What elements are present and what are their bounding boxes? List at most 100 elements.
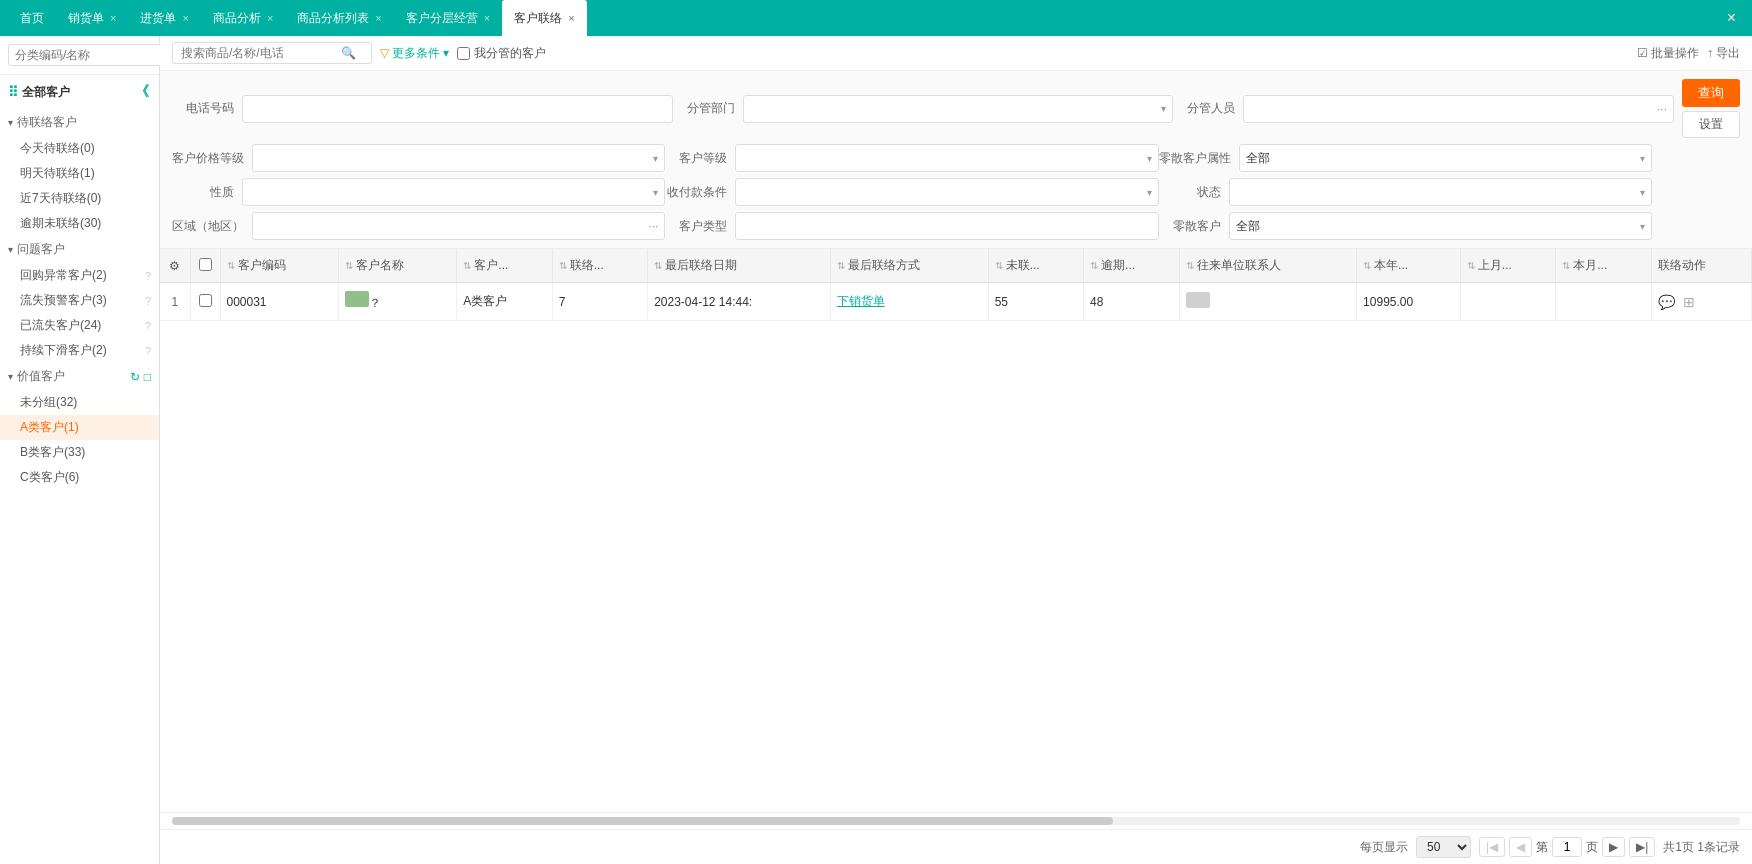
close-icon[interactable]: × bbox=[484, 12, 490, 24]
filter-cell-phone: 电话号码 bbox=[172, 95, 673, 123]
close-icon[interactable]: × bbox=[267, 12, 273, 24]
filter-nature[interactable]: ▾ bbox=[242, 178, 665, 206]
filter-customer-type[interactable] bbox=[735, 212, 1158, 240]
help-icon: ? bbox=[145, 345, 151, 357]
page-nav: |◀ ◀ 第 页 ▶ ▶| bbox=[1479, 837, 1655, 857]
next-page-button[interactable]: ▶ bbox=[1602, 837, 1625, 857]
sidebar-item-unclassified[interactable]: 未分组(32) bbox=[0, 390, 159, 415]
sidebar: 🔍 ⠿ 全部客户 《 ▾ 待联络客户 今天待联络(0) 明天待联络(1) 近7天… bbox=[0, 36, 160, 864]
last-contact-method: 下销货单 bbox=[830, 283, 988, 321]
filter-cell-region: 区域（地区） ··· bbox=[172, 212, 665, 240]
sidebar-item-today[interactable]: 今天待联络(0) bbox=[0, 136, 159, 161]
nav-tab-product-list[interactable]: 商品分析列表 × bbox=[285, 0, 393, 36]
filter-cell-retail-attr: 零散客户属性 全部 ▾ bbox=[1159, 144, 1652, 172]
current-year-amount: 10995.00 bbox=[1357, 283, 1461, 321]
table-header-name: ⇅客户名称 bbox=[338, 249, 456, 283]
nav-tab-product-analysis[interactable]: 商品分析 × bbox=[201, 0, 285, 36]
settings-button[interactable]: 设置 bbox=[1682, 111, 1740, 138]
my-customers-checkbox[interactable]: 我分管的客户 bbox=[457, 45, 546, 62]
sidebar-item-declining[interactable]: 持续下滑客户(2) ? bbox=[0, 338, 159, 363]
sidebar-group-value[interactable]: ▾ 价值客户 ↻ □ bbox=[0, 363, 159, 390]
row-checkbox[interactable] bbox=[190, 283, 220, 321]
filter-retail-attr[interactable]: 全部 ▾ bbox=[1239, 144, 1652, 172]
select-all-checkbox[interactable] bbox=[199, 258, 212, 271]
sidebar-item-repurchase-abnormal[interactable]: 回购异常客户(2) ? bbox=[0, 263, 159, 288]
sidebar-item-tomorrow[interactable]: 明天待联络(1) bbox=[0, 161, 159, 186]
filter-region[interactable]: ··· bbox=[252, 212, 665, 240]
table-header-checkbox[interactable] bbox=[190, 249, 220, 283]
sidebar-group-problem[interactable]: ▾ 问题客户 bbox=[0, 236, 159, 263]
prev-page-button[interactable]: ◀ bbox=[1509, 837, 1532, 857]
last-page-button[interactable]: ▶| bbox=[1629, 837, 1655, 857]
sidebar-group-pending[interactable]: ▾ 待联络客户 bbox=[0, 109, 159, 136]
close-icon[interactable]: × bbox=[110, 12, 116, 24]
settings-icon[interactable]: □ bbox=[144, 370, 151, 384]
checkbox-icon: ☑ bbox=[1637, 46, 1648, 60]
filter-price-level[interactable]: ▾ bbox=[252, 144, 665, 172]
first-page-button[interactable]: |◀ bbox=[1479, 837, 1505, 857]
my-customers-check[interactable] bbox=[457, 47, 470, 60]
batch-ops-button[interactable]: ☑ 批量操作 bbox=[1637, 45, 1699, 62]
filter-cell-retail: 零散客户 全部 ▾ bbox=[1159, 212, 1652, 240]
nav-tab-sales[interactable]: 销货单 × bbox=[56, 0, 128, 36]
filter-customer-level[interactable]: ▾ bbox=[735, 144, 1158, 172]
nav-tab-purchase[interactable]: 进货单 × bbox=[128, 0, 200, 36]
sidebar-item-class-a[interactable]: A类客户(1) bbox=[0, 415, 159, 440]
filter-cell-payment: 收付款条件 ▾ bbox=[665, 178, 1158, 206]
close-icon[interactable]: × bbox=[375, 12, 381, 24]
settings-icon[interactable]: ⚙ bbox=[169, 259, 180, 273]
sidebar-item-class-b[interactable]: B类客户(33) bbox=[0, 440, 159, 465]
query-button[interactable]: 查询 bbox=[1682, 79, 1740, 107]
data-table: ⚙ ⇅客户编码 ⇅客户名称 ⇅客户... bbox=[160, 249, 1752, 812]
filter-person-select[interactable]: ··· bbox=[1243, 95, 1674, 123]
contact-count: 7 bbox=[552, 283, 647, 321]
page-size-select[interactable]: 20 50 100 bbox=[1416, 836, 1471, 858]
scrollbar-thumb[interactable] bbox=[172, 817, 1113, 825]
sidebar-search-input[interactable] bbox=[8, 44, 172, 66]
filter-phone-input[interactable] bbox=[242, 95, 673, 123]
qr-icon[interactable]: ⊞ bbox=[1683, 294, 1695, 310]
close-icon[interactable]: × bbox=[182, 12, 188, 24]
ellipsis-icon: ··· bbox=[1657, 102, 1667, 116]
more-filters-button[interactable]: ▽ 更多条件 ▾ bbox=[380, 45, 449, 62]
search-box[interactable]: 🔍 bbox=[172, 42, 372, 64]
close-all-button[interactable]: × bbox=[1719, 9, 1744, 27]
refresh-icon[interactable]: ↻ bbox=[130, 370, 140, 384]
chevron-down-icon: ▾ bbox=[653, 187, 658, 198]
color-block bbox=[1186, 292, 1210, 308]
row-num: 1 bbox=[160, 283, 190, 321]
scrollbar-track[interactable] bbox=[172, 817, 1740, 825]
color-block bbox=[345, 291, 369, 307]
close-icon[interactable]: × bbox=[568, 12, 574, 24]
chevron-down-icon: ▾ bbox=[443, 46, 449, 60]
sidebar-item-churned[interactable]: 已流失客户(24) ? bbox=[0, 313, 159, 338]
table-header-action: 联络动作 bbox=[1651, 249, 1751, 283]
chevron-down-icon: ▾ bbox=[1147, 153, 1152, 164]
table-header-settings[interactable]: ⚙ bbox=[160, 249, 190, 283]
chevron-down-icon: ▾ bbox=[1147, 187, 1152, 198]
filter-dept-select[interactable]: ▾ bbox=[743, 95, 1174, 123]
help-icon: ? bbox=[145, 270, 151, 282]
search-input[interactable] bbox=[181, 46, 341, 60]
filter-retail[interactable]: 全部 ▾ bbox=[1229, 212, 1652, 240]
page-number-input[interactable] bbox=[1552, 837, 1582, 857]
filter-status[interactable]: ▾ bbox=[1229, 178, 1652, 206]
nav-tab-home[interactable]: 首页 bbox=[8, 0, 56, 36]
sidebar-item-7days[interactable]: 近7天待联络(0) bbox=[0, 186, 159, 211]
nav-tab-customer-contact[interactable]: 客户联络 × bbox=[502, 0, 586, 36]
nav-tab-customer-tier[interactable]: 客户分层经营 × bbox=[394, 0, 502, 36]
top-nav: 首页 销货单 × 进货单 × 商品分析 × 商品分析列表 × 客户分层经营 × … bbox=[0, 0, 1752, 36]
table-row: 1 000031 ？ A类客户 7 2023-04-12 14:44: 下销货单 bbox=[160, 283, 1752, 321]
header-actions: ☑ 批量操作 ↑ 导出 bbox=[1637, 45, 1740, 62]
sidebar-item-class-c[interactable]: C类客户(6) bbox=[0, 465, 159, 490]
sidebar-collapse-button[interactable]: 《 bbox=[133, 81, 151, 103]
message-icon[interactable]: 💬 bbox=[1658, 294, 1675, 310]
sidebar-item-churn-warning[interactable]: 流失预警客户(3) ? bbox=[0, 288, 159, 313]
filter-icon: ▽ bbox=[380, 46, 389, 60]
sidebar-item-overdue[interactable]: 逾期未联络(30) bbox=[0, 211, 159, 236]
contact-method-link[interactable]: 下销货单 bbox=[837, 294, 885, 308]
search-icon[interactable]: 🔍 bbox=[341, 46, 356, 60]
filter-payment[interactable]: ▾ bbox=[735, 178, 1158, 206]
export-button[interactable]: ↑ 导出 bbox=[1707, 45, 1740, 62]
table-header-current-month: ⇅本月... bbox=[1556, 249, 1651, 283]
